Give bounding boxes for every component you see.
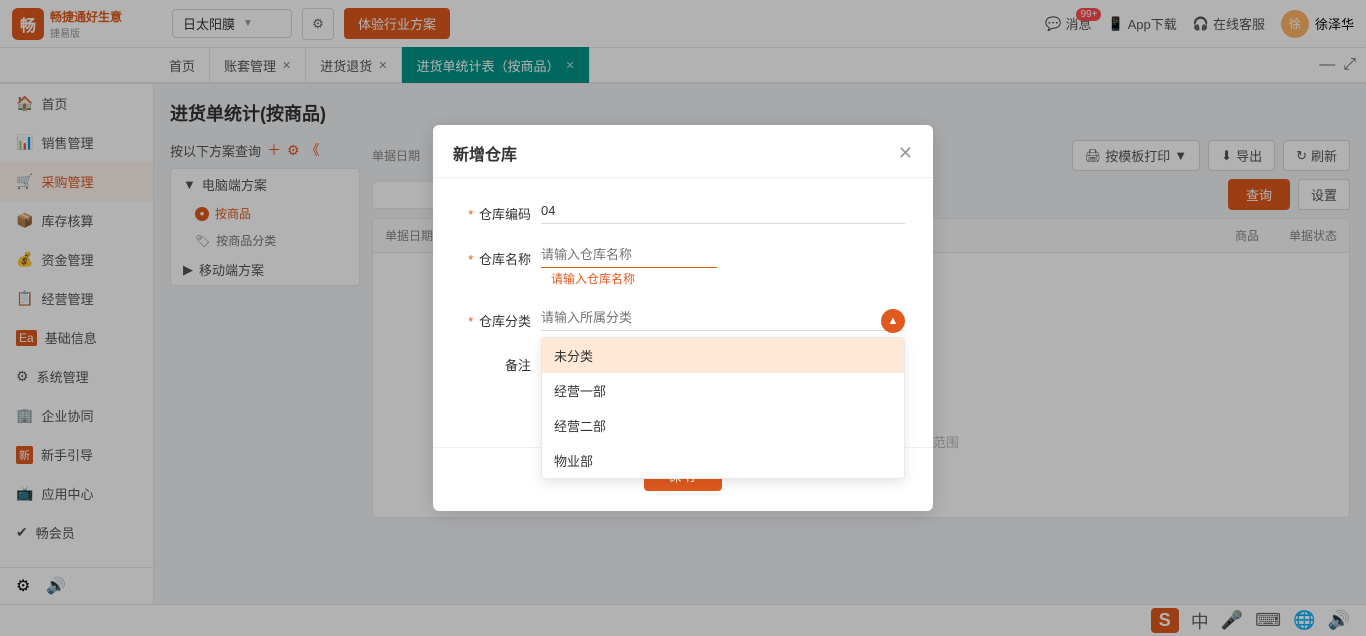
dropdown-item-1[interactable]: 经营一部 (542, 373, 904, 408)
dialog-title: 新增仓库 (453, 141, 517, 165)
name-input[interactable] (541, 242, 717, 268)
dropdown-item-0[interactable]: 未分类 (542, 338, 904, 373)
dialog-header: 新增仓库 ✕ (433, 125, 933, 178)
dropdown-item-2[interactable]: 经营二部 (542, 408, 904, 443)
category-label: * 仓库分类 (461, 305, 541, 330)
code-label: * 仓库编码 (461, 198, 541, 223)
name-error-msg: 请输入仓库名称 (551, 270, 635, 287)
category-select-wrap: ▲ 未分类 经营一部 经营二部 物业部 (541, 305, 905, 331)
dropdown-item-3[interactable]: 物业部 (542, 443, 904, 478)
category-dropdown: 未分类 经营一部 经营二部 物业部 (541, 337, 905, 479)
name-label: * 仓库名称 (461, 243, 541, 268)
dialog-body: * 仓库编码 * 仓库名称 请输入仓库名称 (433, 178, 933, 447)
code-input[interactable] (541, 198, 905, 224)
overlay: 新增仓库 ✕ * 仓库编码 * 仓库名称 (0, 0, 1366, 636)
form-row-name: * 仓库名称 请输入仓库名称 (461, 242, 905, 287)
dialog-close-button[interactable]: ✕ (898, 143, 913, 164)
category-toggle-btn[interactable]: ▲ (881, 309, 905, 333)
category-input[interactable] (541, 305, 905, 331)
form-row-category: * 仓库分类 ▲ 未分类 经营一部 经营二部 物业部 (461, 305, 905, 331)
form-row-code: * 仓库编码 (461, 198, 905, 224)
notes-label: 备注 (461, 349, 541, 374)
add-warehouse-dialog: 新增仓库 ✕ * 仓库编码 * 仓库名称 (433, 125, 933, 511)
